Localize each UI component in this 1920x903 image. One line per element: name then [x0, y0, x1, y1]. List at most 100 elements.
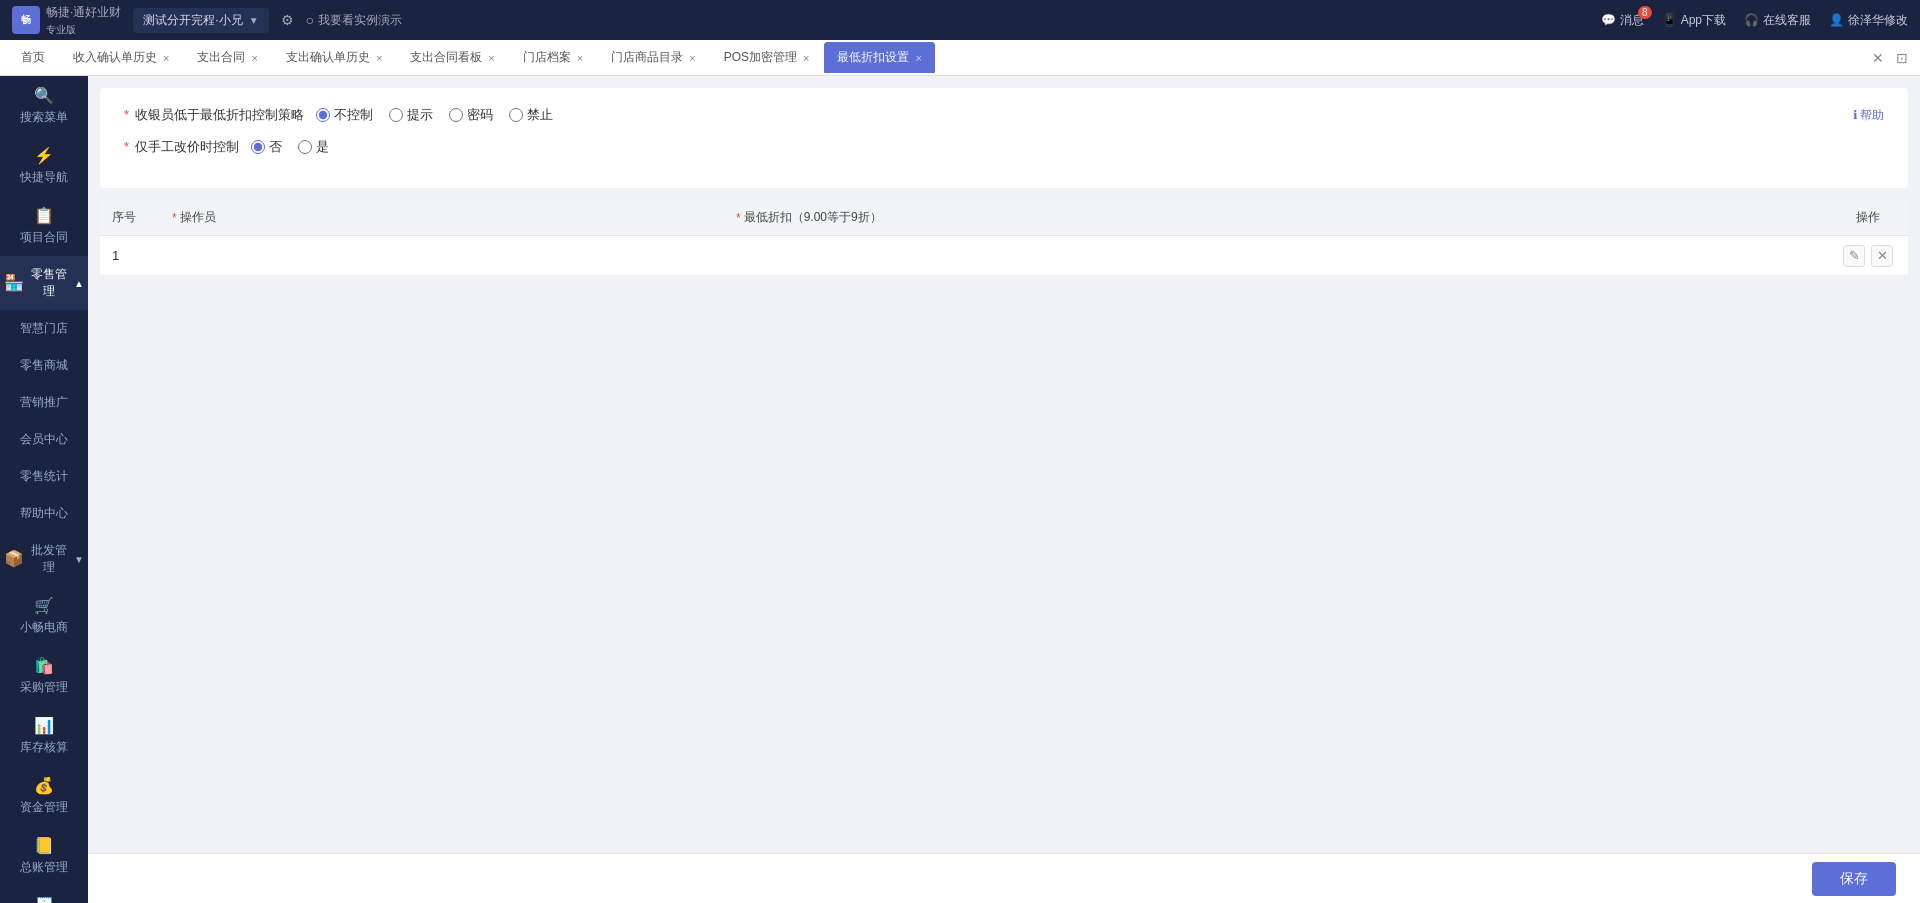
tab-close-icon[interactable]: × [577, 52, 583, 64]
ledger-icon: 📒 [34, 836, 54, 855]
tab-close-icon[interactable]: × [376, 52, 382, 64]
tab-最低折扣设置[interactable]: 最低折扣设置 × [824, 42, 934, 73]
sidebar-item-batch[interactable]: 📦批发管理▼ [0, 532, 88, 586]
delete-row-button[interactable]: ✕ [1871, 245, 1893, 267]
sidebar-item-label: 会员中心 [20, 431, 68, 448]
project-selector[interactable]: 测试分开完程·小兄 ▼ [133, 8, 268, 33]
col-actions: 操作 [1828, 209, 1908, 226]
sidebar-item-retail-mall[interactable]: 零售商城 [0, 347, 88, 384]
sidebar-item-search[interactable]: 🔍搜索菜单 [0, 76, 88, 136]
radio-label-no_control: 不控制 [334, 106, 373, 124]
save-button[interactable]: 保存 [1812, 862, 1896, 896]
radio-label-prompt: 提示 [407, 106, 433, 124]
col-operator: *操作员 [160, 209, 724, 226]
sidebar-item-help[interactable]: 帮助中心 [0, 495, 88, 532]
tab-label: POS加密管理 [724, 49, 797, 66]
sidebar-item-inventory[interactable]: 📊库存核算 [0, 706, 88, 766]
sidebar-item-project[interactable]: 📋项目合同 [0, 196, 88, 256]
tab-close-icon[interactable]: × [488, 52, 494, 64]
user-menu[interactable]: 👤 徐泽华修改 [1829, 12, 1908, 29]
sidebar-item-ecom[interactable]: 🛒小畅电商 [0, 586, 88, 646]
tab-收入确认单历史[interactable]: 收入确认单历史 × [60, 42, 182, 73]
sidebar-item-label: 总账管理 [20, 859, 68, 876]
sidebar-item-purchase[interactable]: 🛍️采购管理 [0, 646, 88, 706]
radio2-no[interactable]: 否 [251, 138, 282, 156]
tab-label: 首页 [21, 49, 45, 66]
tab-POS加密管理[interactable]: POS加密管理 × [711, 42, 823, 73]
tab-label: 门店商品目录 [611, 49, 683, 66]
top-bar: 畅 畅捷·通好业财 专业版 测试分开完程·小兄 ▼ ⚙ 我要看实例演示 💬 消息… [0, 0, 1920, 40]
manual-price-radio-group: 否是 [251, 138, 329, 156]
tab-首页[interactable]: 首页 [8, 42, 58, 73]
sidebar-item-retail-stat[interactable]: 零售统计 [0, 458, 88, 495]
close-tab-button[interactable]: ✕ [1868, 48, 1888, 68]
main-layout: 🔍搜索菜单⚡快捷导航📋项目合同🏪零售管理▲智慧门店零售商城营销推广会员中心零售统… [0, 76, 1920, 903]
sidebar-item-marketing[interactable]: 营销推广 [0, 384, 88, 421]
tab-close-icon[interactable]: × [251, 52, 257, 64]
cell-seq-1: 1 [100, 248, 160, 263]
sidebar-item-label: 营销推广 [20, 394, 68, 411]
demo-link-label: 我要看实例演示 [318, 12, 402, 29]
tab-label: 收入确认单历史 [73, 49, 157, 66]
app-download-button[interactable]: 📱 App下载 [1662, 12, 1726, 29]
tab-支出合同[interactable]: 支出合同× [184, 42, 270, 73]
radio2-yes[interactable]: 是 [298, 138, 329, 156]
sidebar-item-invoice[interactable]: 🧾发票管理 [0, 886, 88, 903]
online-support-button[interactable]: 🎧 在线客服 [1744, 12, 1811, 29]
sidebar-item-label: 小畅电商 [20, 619, 68, 636]
tab-支出合同看板[interactable]: 支出合同看板 × [397, 42, 507, 73]
messages-button[interactable]: 💬 消息 8 [1601, 12, 1644, 29]
chevron-up-icon: ▲ [74, 278, 84, 289]
app-download-label: App下载 [1681, 12, 1726, 29]
radio-forbid[interactable]: 禁止 [509, 106, 553, 124]
radio-password[interactable]: 密码 [449, 106, 493, 124]
sidebar-item-capital[interactable]: 💰资金管理 [0, 766, 88, 826]
expand-tab-button[interactable]: ⊡ [1892, 48, 1912, 68]
control-strategy-row: * 收银员低于最低折扣控制策略 不控制提示密码禁止 ℹ 帮助 [124, 106, 1884, 124]
tab-支出确认单历史[interactable]: 支出确认单历史 × [273, 42, 395, 73]
radio-input-password[interactable] [449, 108, 463, 122]
sidebar-item-label: 零售商城 [20, 357, 68, 374]
sidebar-item-shortcut[interactable]: ⚡快捷导航 [0, 136, 88, 196]
radio2-input-yes[interactable] [298, 140, 312, 154]
message-icon: 💬 [1601, 13, 1616, 27]
radio-label-forbid: 禁止 [527, 106, 553, 124]
radio-no_control[interactable]: 不控制 [316, 106, 373, 124]
sidebar-item-label: 零售管理 [28, 266, 70, 300]
batch-icon: 📦 [4, 549, 24, 568]
radio-input-prompt[interactable] [389, 108, 403, 122]
radio-input-no_control[interactable] [316, 108, 330, 122]
sidebar-item-ledger[interactable]: 📒 总账管理 [0, 826, 88, 886]
required-mark-2: * [124, 139, 129, 154]
help-link[interactable]: ℹ 帮助 [1853, 107, 1884, 124]
app-name: 畅捷·通好业财 [46, 4, 121, 21]
radio2-input-no[interactable] [251, 140, 265, 154]
tab-门店档案[interactable]: 门店档案× [510, 42, 596, 73]
demo-link[interactable]: 我要看实例演示 [306, 12, 402, 29]
tab-close-icon[interactable]: × [803, 52, 809, 64]
tab-label: 支出合同看板 [410, 49, 482, 66]
sidebar-item-label: 资金管理 [20, 799, 68, 816]
radio-prompt[interactable]: 提示 [389, 106, 433, 124]
tab-close-icon[interactable]: × [163, 52, 169, 64]
settings-icon[interactable]: ⚙ [281, 12, 294, 28]
download-icon: 📱 [1662, 13, 1677, 27]
sidebar-item-label: 快捷导航 [20, 169, 68, 186]
control-strategy-radio-group: 不控制 提示密码 禁止 [316, 106, 553, 124]
sidebar-item-member[interactable]: 会员中心 [0, 421, 88, 458]
tab-label: 支出确认单历史 [286, 49, 370, 66]
radio-input-forbid[interactable] [509, 108, 523, 122]
tab-close-icon[interactable]: × [689, 52, 695, 64]
tab-close-icon[interactable]: × [915, 52, 921, 64]
tab-门店商品目录[interactable]: 门店商品目录 × [598, 42, 708, 73]
sidebar-item-retail[interactable]: 🏪零售管理▲ [0, 256, 88, 310]
sidebar-item-label: 零售统计 [20, 468, 68, 485]
sidebar-item-smart-store[interactable]: 智慧门店 [0, 310, 88, 347]
sidebar-item-label: 采购管理 [20, 679, 68, 696]
logo-icon: 畅 [12, 6, 40, 34]
top-right-area: 💬 消息 8 📱 App下载 🎧 在线客服 👤 徐泽华修改 [1601, 12, 1908, 29]
content-area: * 收银员低于最低折扣控制策略 不控制提示密码禁止 ℹ 帮助 [88, 76, 1920, 853]
tab-label: 最低折扣设置 [837, 49, 909, 66]
edition-badge: 专业版 [46, 23, 121, 37]
edit-row-button[interactable]: ✎ [1843, 245, 1865, 267]
